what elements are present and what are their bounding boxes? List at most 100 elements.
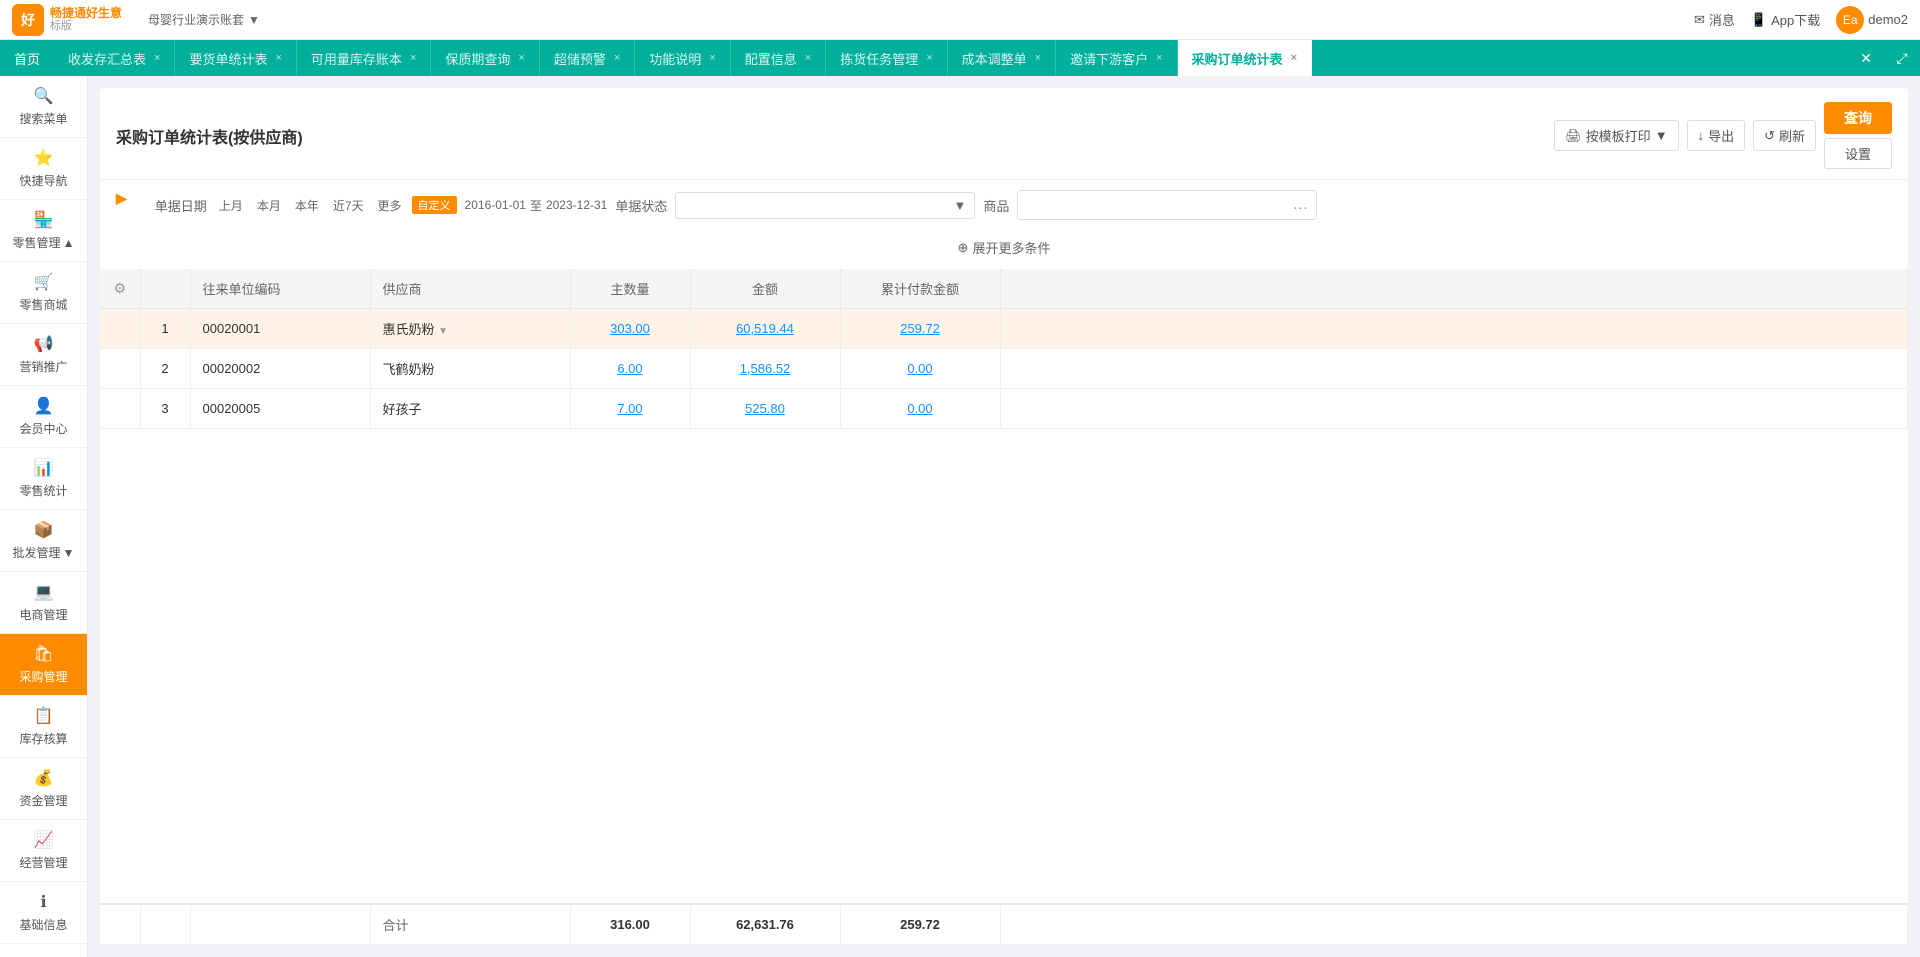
close-caigou-icon[interactable]: × [1291,52,1297,64]
td-amount-3[interactable]: 525.80 [690,389,840,429]
sidebar-label-ecommerce: 电商管理 [19,606,67,623]
sidebar-item-ecommerce[interactable]: 💻 电商管理 [0,572,87,634]
footer-code-cell [190,905,370,945]
nav-restore-btn[interactable]: ⤢ [1884,40,1920,76]
td-extra-1 [1000,309,1908,349]
td-amount-2[interactable]: 1,586.52 [690,349,840,389]
close-yaohuo-icon[interactable]: × [275,52,281,64]
date-shortcut-7days[interactable]: 近7天 [329,195,368,216]
close-chaochu-icon[interactable]: × [614,52,620,64]
sidebar-item-purchase[interactable]: 🛍 采购管理 [0,634,87,696]
wholesale-icon: 📦 [34,520,54,540]
tab-jianhuo[interactable]: 拣货任务管理 × [826,40,947,76]
tab-shoufacun[interactable]: 收发存汇总表 × [54,40,175,76]
sidebar-item-retail-mgmt[interactable]: 🏪 零售管理 ▲ [0,200,87,262]
date-shortcut-more[interactable]: 更多 [374,195,406,216]
sidebar-label-finance: 资金管理 [19,792,67,809]
td-qty-2[interactable]: 6.00 [570,349,690,389]
status-dropdown[interactable]: ▼ [675,192,975,219]
close-baozhi-icon[interactable]: × [518,52,524,64]
sidebar-item-retail-stat[interactable]: 📊 零售统计 [0,448,87,510]
tab-gongneng[interactable]: 功能说明 × [635,40,730,76]
date-custom-badge[interactable]: 自定义 [412,196,457,214]
date-shortcut-thisyear[interactable]: 本年 [291,195,323,216]
logo-subtext: 标版 [50,20,122,33]
td-paid-2[interactable]: 0.00 [840,349,1000,389]
sidebar-item-system[interactable]: ⚙ 系统管理 [0,944,87,957]
sidebar-item-wholesale[interactable]: 📦 批发管理 ▼ [0,510,87,572]
tab-home[interactable]: 首页 [0,40,54,76]
table-row: 1 00020001 惠氏奶粉 ▼ 303.00 60,519.44 259.7… [100,309,1908,349]
td-qty-1[interactable]: 303.00 [570,309,690,349]
finance-icon: 💰 [34,768,54,788]
expand-label: 展开更多条件 [972,238,1050,257]
tab-caigou-active[interactable]: 采购订单统计表 × [1178,40,1312,76]
nav-tabs-right: ✕ ⤢ [1848,40,1920,76]
sidebar-item-operation[interactable]: 📈 经营管理 [0,820,87,882]
td-amount-1[interactable]: 60,519.44 [690,309,840,349]
sidebar-item-inventory[interactable]: 📋 库存核算 [0,696,87,758]
tab-chengben[interactable]: 成本调整单 × [948,40,1056,76]
user-area[interactable]: Ea demo2 [1836,6,1908,34]
sidebar-item-basic-info[interactable]: ℹ 基础信息 [0,882,87,944]
filter-section: ▶ 单据日期 上月 本月 本年 近7天 更多 自定义 2016-01-01 至 [100,180,1908,224]
export-button[interactable]: ↓ 导出 [1687,120,1746,151]
print-button[interactable]: 🖨 按模板打印 ▼ [1554,120,1678,151]
tab-yaohuo[interactable]: 要货单统计表 × [175,40,296,76]
tab-keyongliang[interactable]: 可用量库存账本 × [297,40,431,76]
td-settings-3 [100,389,140,429]
close-gongneng-icon[interactable]: × [709,52,715,64]
tab-baozhi[interactable]: 保质期查询 × [431,40,539,76]
sidebar-label-basic-info: 基础信息 [19,916,67,933]
close-shoufacun-icon[interactable]: × [154,52,160,64]
sidebar-item-member[interactable]: 👤 会员中心 [0,386,87,448]
td-supplier-2: 飞鹤奶粉 [370,349,570,389]
expand-more-btn[interactable]: ⊕ 展开更多条件 [950,234,1059,261]
tab-peizhi[interactable]: 配置信息 × [731,40,826,76]
logo-area: 好 畅捷通好生意 标版 母婴行业演示账套 ▼ [12,4,260,36]
mobile-icon: 📱 [1751,12,1767,28]
close-jianhuo-icon[interactable]: × [926,52,932,64]
workspace-selector[interactable]: 母婴行业演示账套 ▼ [148,11,260,28]
close-peizhi-icon[interactable]: × [805,52,811,64]
message-btn[interactable]: ✉ 消息 [1694,10,1735,29]
footer-paid-cell: 259.72 [840,905,1000,945]
tab-yaoqing[interactable]: 邀请下游客户 × [1056,40,1177,76]
sidebar-label-operation: 经营管理 [19,854,67,871]
close-chengben-icon[interactable]: × [1035,52,1041,64]
close-keyongliang-icon[interactable]: × [410,52,416,64]
sidebar-item-finance[interactable]: 💰 资金管理 [0,758,87,820]
close-yaoqing-icon[interactable]: × [1156,52,1162,64]
goods-more-icon[interactable]: … [1292,196,1308,214]
td-paid-3[interactable]: 0.00 [840,389,1000,429]
date-shortcut-lastmonth[interactable]: 上月 [215,195,247,216]
column-settings-icon[interactable]: ⚙ [113,280,126,296]
app-download-btn[interactable]: 📱 App下载 [1751,10,1820,29]
tab-chaochu[interactable]: 超储预警 × [540,40,635,76]
filter-left: 单据日期 上月 本月 本年 近7天 更多 自定义 2016-01-01 至 20… [155,190,1892,220]
td-paid-1[interactable]: 259.72 [840,309,1000,349]
th-no [140,269,190,309]
td-qty-3[interactable]: 7.00 [570,389,690,429]
date-from[interactable]: 2016-01-01 [465,198,526,212]
sidebar-item-marketing[interactable]: 📢 营销推广 [0,324,87,386]
sidebar-label-inventory: 库存核算 [19,730,67,747]
refresh-button[interactable]: ↺ 刷新 [1753,120,1816,151]
sidebar-item-retail-shop[interactable]: 🛒 零售商城 [0,262,87,324]
nav-close-all-btn[interactable]: ✕ [1848,40,1884,76]
query-button[interactable]: 查询 [1824,102,1892,134]
goods-input[interactable]: … [1017,190,1317,220]
supplier-expand-icon-1[interactable]: ▼ [438,326,448,337]
status-dropdown-icon: ▼ [953,198,966,213]
td-code-3: 00020005 [190,389,370,429]
date-shortcut-thismonth[interactable]: 本月 [253,195,285,216]
footer-settings-cell [100,905,140,945]
filter-toggle-icon[interactable]: ▶ [116,190,127,207]
td-no-2: 2 [140,349,190,389]
sidebar-item-quicknav[interactable]: ⭐ 快捷导航 [0,138,87,200]
td-settings-1 [100,309,140,349]
main-content: 采购订单统计表(按供应商) 🖨 按模板打印 ▼ ↓ 导出 ↺ 刷新 [88,76,1920,957]
sidebar-item-search[interactable]: 🔍 搜索菜单 [0,76,87,138]
date-to[interactable]: 2023-12-31 [546,198,607,212]
settings-button[interactable]: 设置 [1824,138,1892,169]
